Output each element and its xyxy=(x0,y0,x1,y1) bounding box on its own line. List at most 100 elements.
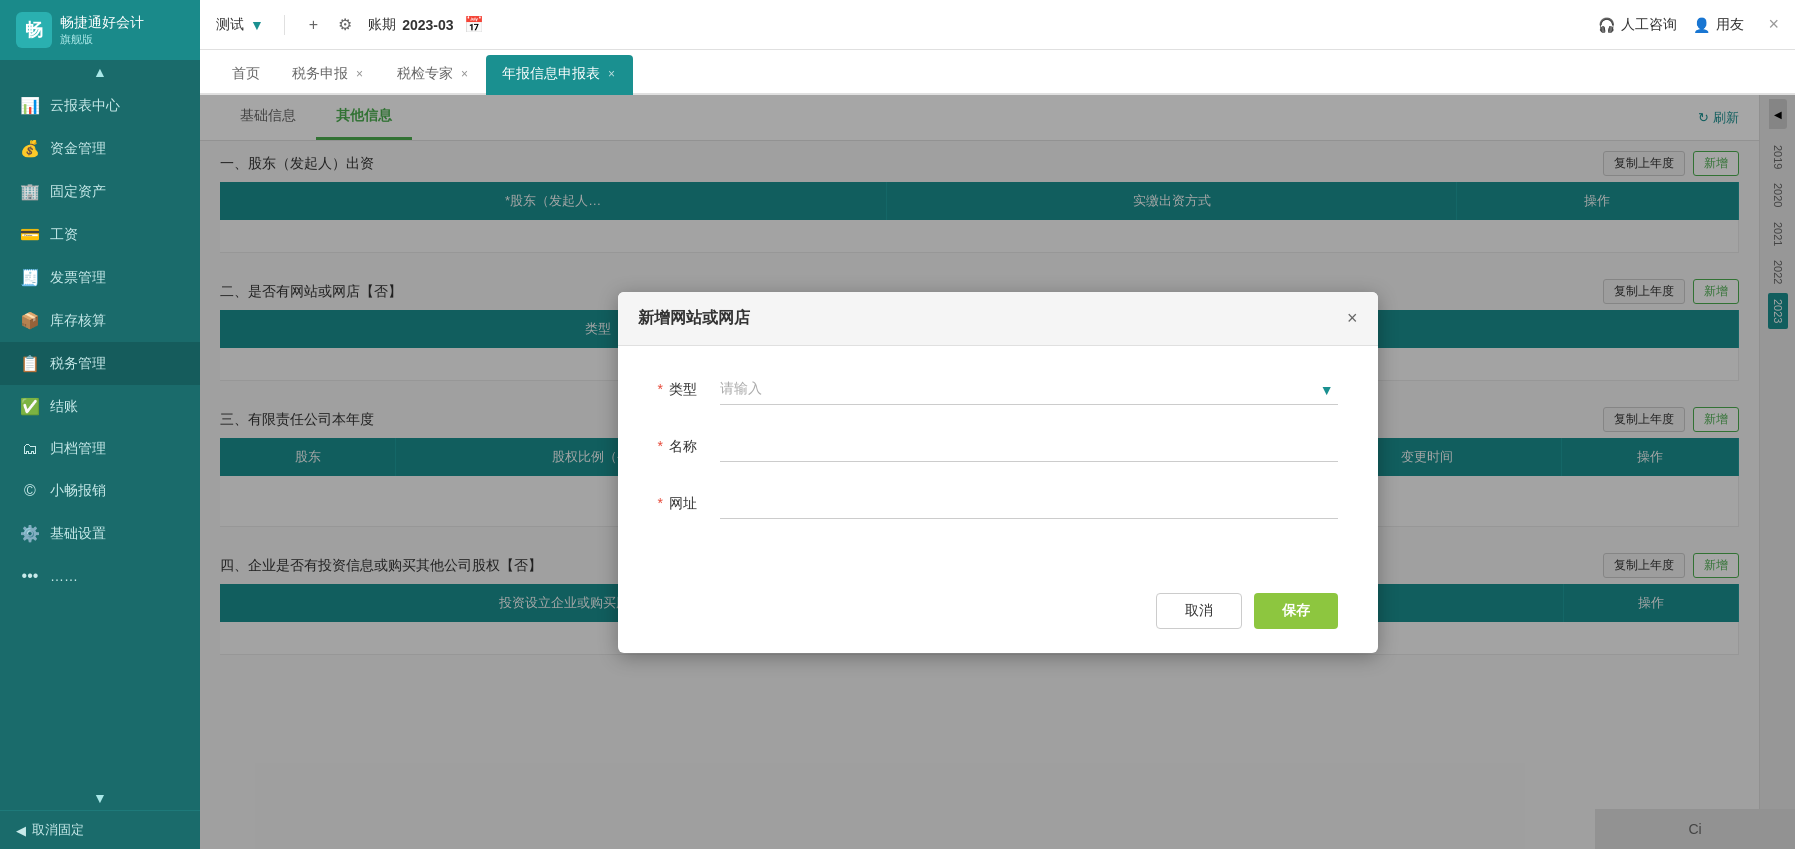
sidebar-scroll-up[interactable]: ▲ xyxy=(0,60,200,84)
tab-close-tax-expert[interactable]: × xyxy=(459,67,470,81)
tab-close-shuiwu[interactable]: × xyxy=(354,67,365,81)
required-star-url: * xyxy=(658,495,663,511)
company-dropdown-icon[interactable]: ▼ xyxy=(250,17,264,33)
form-row-type: * 类型 ▼ xyxy=(658,376,1338,405)
topbar: 测试 ▼ + ⚙ 账期 2023-03 📅 🎧 人工咨询 👤 用友 × xyxy=(200,0,1795,50)
sidebar-item-label: 小畅报销 xyxy=(50,482,106,500)
modal-add-website: 新增网站或网店 × * 类型 ▼ xyxy=(618,292,1378,653)
modal-header: 新增网站或网店 × xyxy=(618,292,1378,346)
settings-button[interactable]: ⚙ xyxy=(334,11,356,38)
zijin-icon: 💰 xyxy=(20,139,40,158)
sidebar-item-label: 发票管理 xyxy=(50,269,106,287)
cancel-fixed-label: 取消固定 xyxy=(32,821,84,839)
logo-text: 畅捷通好会计 xyxy=(60,13,144,31)
name-input[interactable] xyxy=(720,433,1338,457)
sidebar-item-label: 基础设置 xyxy=(50,525,106,543)
content-area: 基础信息 其他信息 ↻ 刷新 一、股东（发起人）出资 复制上年度 新增 xyxy=(200,95,1795,849)
sidebar-item-label: 库存核算 xyxy=(50,312,106,330)
url-input[interactable] xyxy=(720,490,1338,514)
sidebar-item-label: 工资 xyxy=(50,226,78,244)
sidebar-cancel-fixed[interactable]: ◀ 取消固定 xyxy=(0,810,200,849)
sidebar-item-shuiwu[interactable]: 📋 税务管理 xyxy=(0,342,200,385)
required-star-type: * xyxy=(658,381,663,397)
user-icon: 👤 xyxy=(1693,17,1710,33)
sidebar-item-fapiao[interactable]: 🧾 发票管理 xyxy=(0,256,200,299)
save-button[interactable]: 保存 xyxy=(1254,593,1338,629)
topbar-period: 账期 2023-03 📅 xyxy=(368,11,487,38)
logo-sub: 旗舰版 xyxy=(60,32,144,47)
sidebar: 畅 畅捷通好会计 旗舰版 ▲ 📊 云报表中心 💰 资金管理 🏢 固定资产 💳 工… xyxy=(0,0,200,849)
cancel-button[interactable]: 取消 xyxy=(1156,593,1242,629)
sidebar-item-guidang[interactable]: 🗂 归档管理 xyxy=(0,428,200,470)
jichu-icon: ⚙️ xyxy=(20,524,40,543)
user-btn[interactable]: 👤 用友 xyxy=(1693,16,1744,34)
sidebar-item-label: 结账 xyxy=(50,398,78,416)
modal-body: * 类型 ▼ * 名称 xyxy=(618,346,1378,577)
gongzi-icon: 💳 xyxy=(20,225,40,244)
jiezhang-icon: ✅ xyxy=(20,397,40,416)
ai-consult-btn[interactable]: 🎧 人工咨询 xyxy=(1598,16,1677,34)
sidebar-logo: 畅 畅捷通好会计 旗舰版 xyxy=(0,0,200,60)
headset-icon: 🎧 xyxy=(1598,17,1615,33)
sidebar-item-xiaochang[interactable]: © 小畅报销 xyxy=(0,470,200,512)
topbar-company: 测试 ▼ xyxy=(216,16,264,34)
tab-close-annual-report[interactable]: × xyxy=(606,67,617,81)
tab-annual-report[interactable]: 年报信息申报表 × xyxy=(486,55,633,95)
topbar-right: 🎧 人工咨询 👤 用友 × xyxy=(1598,14,1779,35)
required-star-name: * xyxy=(658,438,663,454)
kucun-icon: 📦 xyxy=(20,311,40,330)
sidebar-item-kucun[interactable]: 📦 库存核算 xyxy=(0,299,200,342)
sidebar-item-more[interactable]: ••• …… xyxy=(0,555,200,597)
guidang-icon: 🗂 xyxy=(20,440,40,458)
add-button[interactable]: + xyxy=(305,12,322,38)
modal-footer: 取消 保存 xyxy=(618,577,1378,653)
modal-overlay: 新增网站或网店 × * 类型 ▼ xyxy=(200,95,1795,849)
fapiao-icon: 🧾 xyxy=(20,268,40,287)
tab-home[interactable]: 首页 xyxy=(216,55,276,95)
period-label: 账期 xyxy=(368,16,396,34)
sidebar-item-zijin[interactable]: 💰 资金管理 xyxy=(0,127,200,170)
form-control-url xyxy=(720,490,1338,519)
sidebar-item-label: 税务管理 xyxy=(50,355,106,373)
form-row-name: * 名称 xyxy=(658,433,1338,462)
more-icon: ••• xyxy=(20,567,40,585)
xiaochang-icon: © xyxy=(20,482,40,500)
ai-consult-label: 人工咨询 xyxy=(1621,16,1677,34)
window-close-button[interactable]: × xyxy=(1768,14,1779,35)
calendar-button[interactable]: 📅 xyxy=(460,11,488,38)
sidebar-item-jichu[interactable]: ⚙️ 基础设置 xyxy=(0,512,200,555)
period-value: 2023-03 xyxy=(402,17,453,33)
type-input[interactable] xyxy=(720,376,1338,400)
form-control-name xyxy=(720,433,1338,462)
modal-close-button[interactable]: × xyxy=(1347,308,1358,329)
tabbar: 首页 税务申报 × 税检专家 × 年报信息申报表 × xyxy=(200,50,1795,95)
sidebar-item-label: …… xyxy=(50,568,78,584)
sidebar-items: 📊 云报表中心 💰 资金管理 🏢 固定资产 💳 工资 🧾 发票管理 📦 库存核算… xyxy=(0,84,200,786)
form-row-url: * 网址 xyxy=(658,490,1338,519)
form-control-type: ▼ xyxy=(720,376,1338,405)
tab-shuiwu[interactable]: 税务申报 × xyxy=(276,55,381,95)
topbar-divider1 xyxy=(284,15,285,35)
sidebar-item-gongzi[interactable]: 💳 工资 xyxy=(0,213,200,256)
sidebar-item-gudingzichan[interactable]: 🏢 固定资产 xyxy=(0,170,200,213)
cancel-fixed-icon: ◀ xyxy=(16,823,26,838)
sidebar-item-label: 资金管理 xyxy=(50,140,106,158)
shuiwu-icon: 📋 xyxy=(20,354,40,373)
sidebar-item-yunbaobiao[interactable]: 📊 云报表中心 xyxy=(0,84,200,127)
yunbaobiao-icon: 📊 xyxy=(20,96,40,115)
form-label-name: * 名称 xyxy=(658,438,708,456)
tab-tax-expert[interactable]: 税检专家 × xyxy=(381,55,486,95)
sidebar-item-label: 固定资产 xyxy=(50,183,106,201)
sidebar-item-label: 归档管理 xyxy=(50,440,106,458)
sidebar-item-jiezhang[interactable]: ✅ 结账 xyxy=(0,385,200,428)
logo-icon: 畅 xyxy=(16,12,52,48)
form-label-type: * 类型 xyxy=(658,381,708,399)
form-label-url: * 网址 xyxy=(658,495,708,513)
sidebar-scroll-down[interactable]: ▼ xyxy=(0,786,200,810)
company-name: 测试 xyxy=(216,16,244,34)
modal-title: 新增网站或网店 xyxy=(638,308,750,329)
user-label: 用友 xyxy=(1716,16,1744,34)
main-area: 测试 ▼ + ⚙ 账期 2023-03 📅 🎧 人工咨询 👤 用友 × 首页 xyxy=(200,0,1795,849)
sidebar-item-label: 云报表中心 xyxy=(50,97,120,115)
gudingzichan-icon: 🏢 xyxy=(20,182,40,201)
